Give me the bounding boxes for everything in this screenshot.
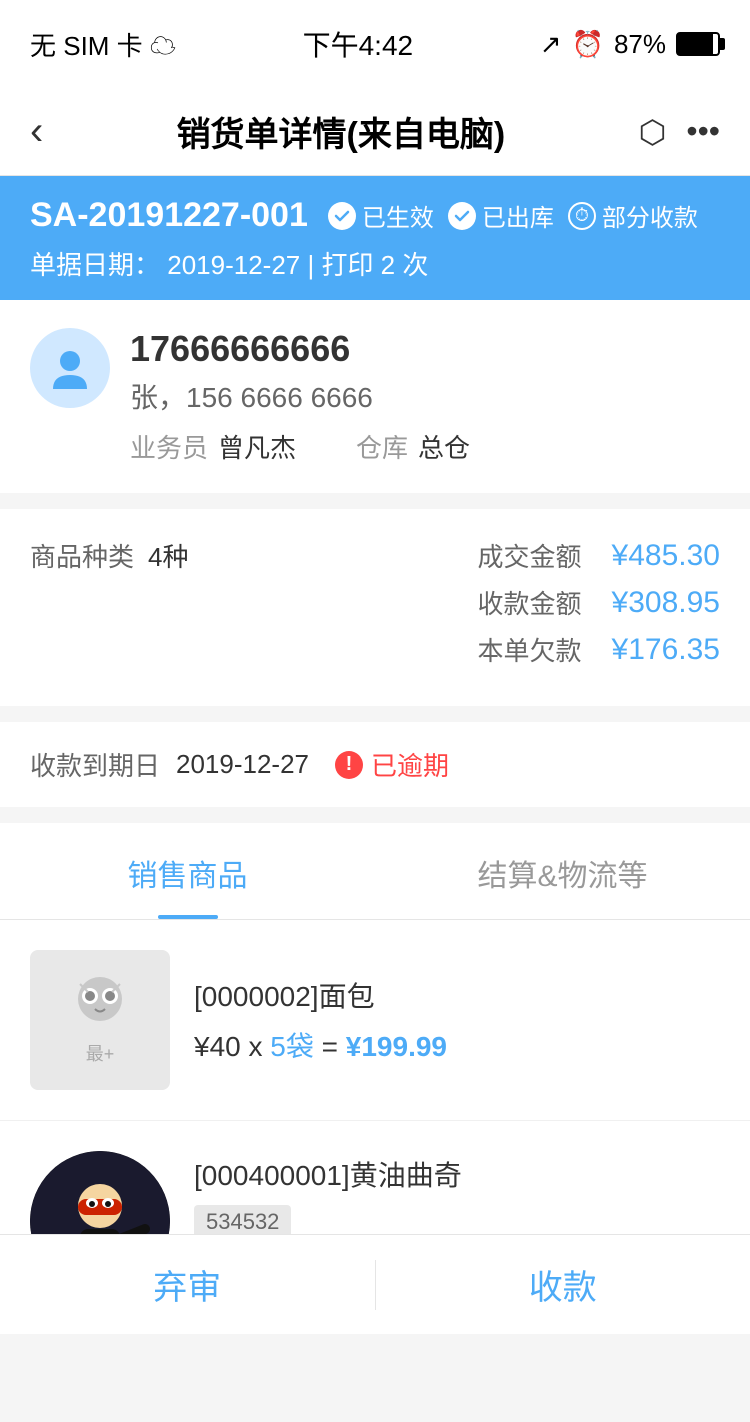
overdue-icon: ! <box>335 751 363 779</box>
nav-bar: ‹ 销货单详情(来自电脑) ⬡ ••• <box>0 88 750 176</box>
status-shipped: 已出库 <box>448 198 554 233</box>
salesperson-label: 业务员 <box>130 428 208 465</box>
back-button[interactable]: ‹ <box>30 109 43 154</box>
battery-icon <box>676 32 720 56</box>
alarm-icon: ⏰ <box>572 29 604 60</box>
amounts-block: 成交金额 ¥485.30 收款金额 ¥308.95 本单欠款 ¥176.35 <box>478 537 720 668</box>
salesperson-info: 业务员 曾凡杰 <box>130 428 296 465</box>
amount-value: ¥485.30 <box>612 539 720 573</box>
stats-section: 商品种类 4种 成交金额 ¥485.30 收款金额 ¥308.95 本单欠款 ¥… <box>0 509 750 706</box>
list-item: 最+ [0000002]面包 ¥40 x 5袋 = ¥199.99 <box>0 920 750 1121</box>
received-row: 收款金额 ¥308.95 <box>478 584 720 621</box>
share-icon[interactable]: ⬡ <box>638 113 666 151</box>
status-effective-label: 已生效 <box>362 198 434 233</box>
owl-placeholder: 最+ <box>60 974 140 1066</box>
price-eq-1: = <box>322 1031 346 1062</box>
warehouse-info: 仓库 总仓 <box>356 428 470 465</box>
status-bar: 无 SIM 卡 ☁ 下午4:42 ↗ ⏰ 87% <box>0 0 750 88</box>
received-label: 收款金额 <box>478 584 582 621</box>
overdue-badge: ! 已逾期 <box>335 746 449 783</box>
customer-account-id: 17666666666 <box>130 328 720 370</box>
product-details-1: [0000002]面包 ¥40 x 5袋 = ¥199.99 <box>194 975 720 1065</box>
debt-value: ¥176.35 <box>612 633 720 667</box>
nav-left: ‹ <box>30 109 43 154</box>
check-effective-icon <box>328 202 356 230</box>
debt-row: 本单欠款 ¥176.35 <box>478 631 720 668</box>
tab-sales-products[interactable]: 销售商品 <box>0 823 375 919</box>
order-date: 2019-12-27 <box>167 250 300 280</box>
bottom-bar: 弃审 收款 <box>0 1234 750 1334</box>
product-total-1: ¥199.99 <box>346 1031 447 1062</box>
debt-label: 本单欠款 <box>478 631 582 668</box>
status-partial: ⏱ 部分收款 <box>568 198 698 233</box>
status-left: 无 SIM 卡 ☁ <box>30 26 176 63</box>
product-name-2: [000400001]黄油曲奇 <box>194 1154 720 1194</box>
cancel-button[interactable]: 弃审 <box>0 1235 375 1334</box>
warehouse-value: 总仓 <box>418 428 470 465</box>
clock-icon: ⏱ <box>568 202 596 230</box>
location-icon: ↗ <box>540 29 562 60</box>
status-time: 下午4:42 <box>303 24 414 64</box>
print-info: | 打印 2 次 <box>307 250 428 280</box>
stats-left: 商品种类 4种 <box>30 537 188 578</box>
due-label: 收款到期日 <box>30 746 160 783</box>
battery-status: 87% <box>614 29 666 60</box>
received-value: ¥308.95 <box>612 586 720 620</box>
nav-right: ⬡ ••• <box>638 113 720 151</box>
sim-status: 无 SIM 卡 ☁ <box>30 26 176 63</box>
product-price-1: ¥40 x 5袋 = ¥199.99 <box>194 1025 720 1065</box>
product-image-1: 最+ <box>30 950 170 1090</box>
customer-avatar <box>30 328 110 408</box>
page-title: 销货单详情(来自电脑) <box>177 107 506 156</box>
status-right: ↗ ⏰ 87% <box>540 29 720 60</box>
customer-meta: 业务员 曾凡杰 仓库 总仓 <box>130 428 720 465</box>
price-x-1: x <box>249 1031 271 1062</box>
warehouse-label: 仓库 <box>356 428 408 465</box>
date-label: 单据日期： <box>30 250 160 280</box>
check-shipped-icon <box>448 202 476 230</box>
stats-right: 成交金额 ¥485.30 收款金额 ¥308.95 本单欠款 ¥176.35 <box>478 537 720 678</box>
order-date-info: 单据日期： 2019-12-27 | 打印 2 次 <box>30 245 720 282</box>
due-section: 收款到期日 2019-12-27 ! 已逾期 <box>0 722 750 807</box>
due-date: 2019-12-27 <box>176 749 309 780</box>
overdue-text: 已逾期 <box>371 746 449 783</box>
product-type-count: 4种 <box>148 537 188 574</box>
more-icon[interactable]: ••• <box>686 113 720 150</box>
customer-name-phone: 张，156 6666 6666 <box>130 376 720 416</box>
status-partial-label: 部分收款 <box>602 198 698 233</box>
tab-settlement[interactable]: 结算&物流等 <box>375 823 750 919</box>
customer-section: 17666666666 张，156 6666 6666 业务员 曾凡杰 仓库 总… <box>0 300 750 493</box>
salesperson-value: 曾凡杰 <box>218 428 296 465</box>
product-name-1: [0000002]面包 <box>194 975 720 1015</box>
customer-info: 17666666666 张，156 6666 6666 业务员 曾凡杰 仓库 总… <box>130 328 720 465</box>
amount-row: 成交金额 ¥485.30 <box>478 537 720 574</box>
product-unit-price-1: ¥40 <box>194 1031 241 1062</box>
confirm-button[interactable]: 收款 <box>376 1235 750 1334</box>
amount-label: 成交金额 <box>478 537 582 574</box>
order-header: SA-20191227-001 已生效 已出库 ⏱ 部分收款 单据日期： 201… <box>0 176 750 300</box>
tabs-header: 销售商品 结算&物流等 <box>0 823 750 920</box>
product-qty-1: 5袋 <box>270 1031 314 1062</box>
product-type-row: 商品种类 4种 <box>30 537 188 574</box>
status-effective: 已生效 <box>328 198 434 233</box>
status-tags: 已生效 已出库 ⏱ 部分收款 <box>328 198 698 233</box>
order-id: SA-20191227-001 <box>30 196 308 235</box>
product-type-label: 商品种类 <box>30 537 134 574</box>
status-shipped-label: 已出库 <box>482 198 554 233</box>
